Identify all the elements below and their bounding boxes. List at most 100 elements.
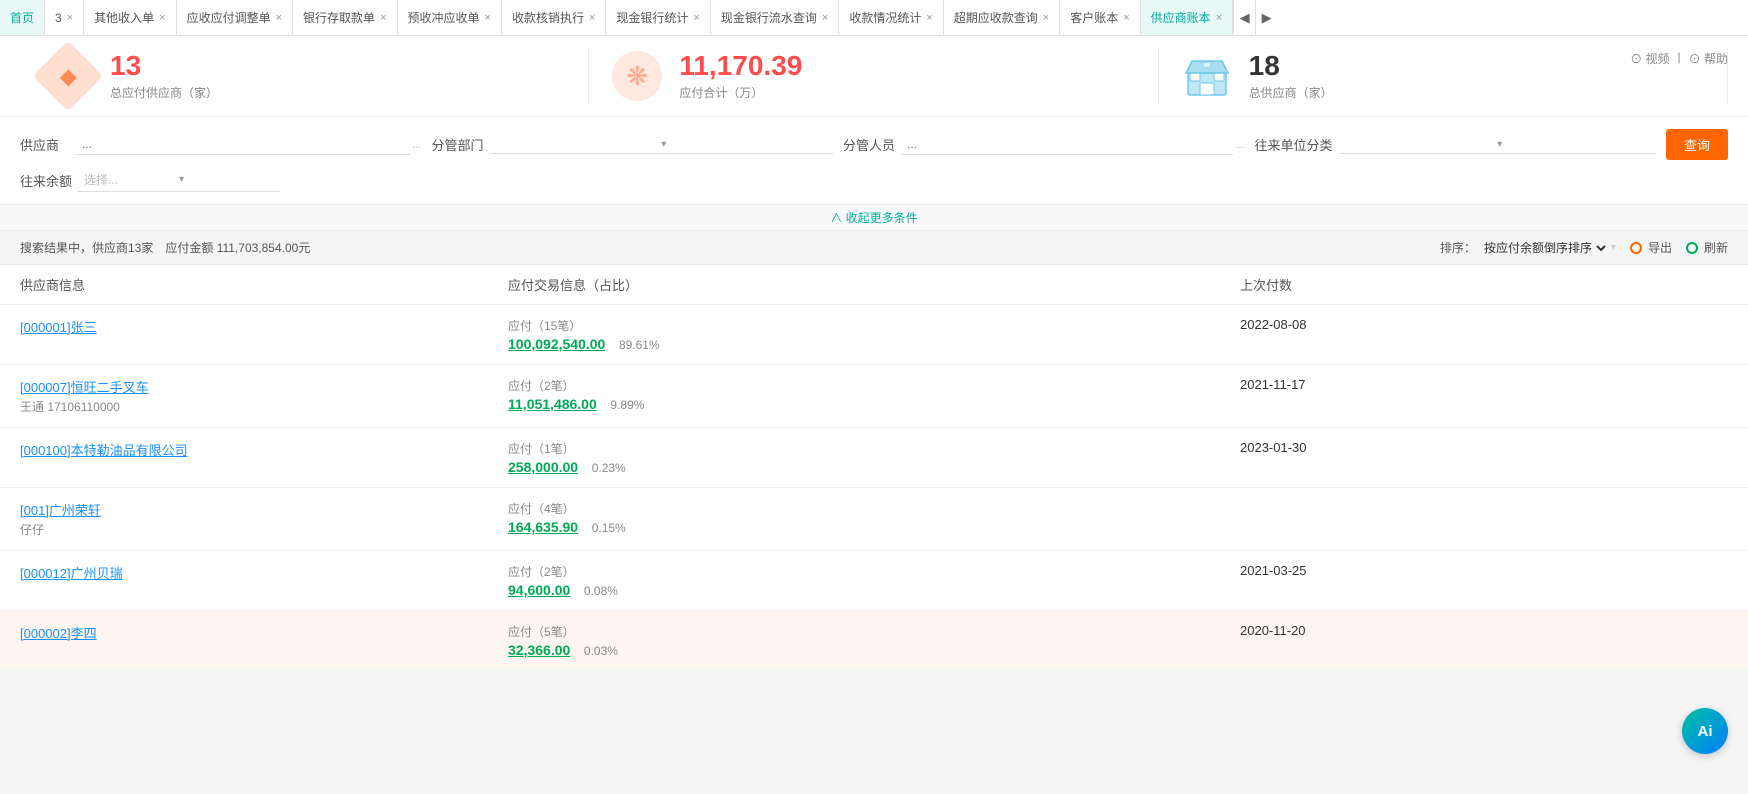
export-button[interactable]: 导出 bbox=[1630, 239, 1672, 256]
supplier-name-link[interactable]: [001]广州荣轩 bbox=[20, 500, 508, 519]
tx-amount[interactable]: 100,092,540.00 bbox=[508, 336, 605, 352]
supplier-name-link[interactable]: [000012]广州贝瑞 bbox=[20, 563, 508, 582]
nav-prev-arrow[interactable]: ◀ bbox=[1233, 0, 1255, 35]
close-icon[interactable]: × bbox=[67, 12, 73, 24]
tx-amount[interactable]: 164,635.90 bbox=[508, 519, 578, 535]
last-pay-date: 2020-11-20 bbox=[1240, 623, 1306, 638]
total-suppliers-count: 18 bbox=[1249, 51, 1333, 82]
table-rows-container: [000001]张三 应付（15笔） 100,092,540.00 89.61%… bbox=[0, 305, 1748, 670]
supplier-filter-input[interactable] bbox=[76, 134, 410, 155]
close-icon[interactable]: × bbox=[380, 12, 386, 24]
tx-label: 应付（4笔） bbox=[508, 500, 1240, 517]
table-row: [000001]张三 应付（15笔） 100,092,540.00 89.61%… bbox=[0, 305, 1748, 365]
filter-person: 分管人员 ... bbox=[843, 134, 1245, 155]
close-icon[interactable]: × bbox=[485, 12, 491, 24]
person-filter-input[interactable] bbox=[901, 134, 1233, 155]
close-icon[interactable]: × bbox=[822, 12, 828, 24]
result-text-amount: 应付金额 111,703,854.00元 bbox=[165, 239, 310, 256]
close-icon[interactable]: × bbox=[589, 12, 595, 24]
nav-tab-other-income[interactable]: 其他收入单 × bbox=[84, 0, 176, 35]
category-filter-label: 往来单位分类 bbox=[1255, 135, 1333, 154]
tx-amount[interactable]: 32,366.00 bbox=[508, 642, 570, 658]
supplier-cell: [000002]李四 bbox=[20, 623, 508, 658]
supplier-name-link[interactable]: [000001]张三 bbox=[20, 317, 508, 336]
sort-chevron-icon: ▾ bbox=[1611, 242, 1616, 253]
help-link[interactable]: ⊙ 帮助 bbox=[1689, 50, 1728, 67]
close-icon[interactable]: × bbox=[693, 12, 699, 24]
balance-filter-select[interactable]: 选择... ▾ bbox=[78, 168, 280, 192]
supplier-name-link[interactable]: [000007]恒旺二手叉车 bbox=[20, 377, 508, 396]
nav-tab-overdue-ar[interactable]: 超期应收款查询 × bbox=[944, 0, 1060, 35]
close-icon[interactable]: × bbox=[1216, 12, 1222, 24]
close-icon[interactable]: × bbox=[926, 12, 932, 24]
dept-filter-select[interactable]: ▾ bbox=[490, 136, 833, 154]
table-row: [000002]李四 应付（5笔） 32,366.00 0.03% 2020-1… bbox=[0, 611, 1748, 670]
payable-total-amount: 11,170.39 bbox=[679, 51, 802, 82]
tx-cell: 应付（4笔） 164,635.90 0.15% bbox=[508, 500, 1240, 538]
last-pay-cell bbox=[1240, 500, 1728, 538]
last-pay-cell: 2021-03-25 bbox=[1240, 563, 1728, 598]
search-button[interactable]: 查询 bbox=[1666, 129, 1728, 160]
ellipsis-icon: ... bbox=[412, 139, 421, 151]
collapse-bar[interactable]: ∧ 收起更多条件 bbox=[0, 205, 1748, 231]
tx-amount[interactable]: 258,000.00 bbox=[508, 459, 578, 475]
refresh-label: 刷新 bbox=[1704, 239, 1728, 256]
nav-tab-cash-bank-stat[interactable]: 现金银行统计 × bbox=[606, 0, 710, 35]
filter-area: 供应商 ... 分管部门 ▾ 分管人员 ... 往来单位分类 ▾ 查询 往来 bbox=[0, 117, 1748, 205]
nav-tab-ar-ap-adjust[interactable]: 应收应付调整单 × bbox=[177, 0, 293, 35]
supplier-contact: 王通 17106110000 bbox=[20, 398, 508, 415]
nav-next-arrow[interactable]: ▶ bbox=[1255, 0, 1277, 35]
chevron-down-icon: ▾ bbox=[179, 174, 274, 185]
nav-tab-collection-stat[interactable]: 收款情况统计 × bbox=[839, 0, 943, 35]
store-icon bbox=[1179, 48, 1235, 104]
nav-tab-customer-ledger[interactable]: 客户账本 × bbox=[1060, 0, 1140, 35]
filter-balance: 往来余额 选择... ▾ bbox=[20, 168, 280, 192]
filter-row-1: 供应商 ... 分管部门 ▾ 分管人员 ... 往来单位分类 ▾ 查询 bbox=[20, 129, 1728, 160]
last-pay-date: 2021-11-17 bbox=[1240, 377, 1306, 392]
supplier-cell: [001]广州荣轩 仔仔 bbox=[20, 500, 508, 538]
tx-amount[interactable]: 11,051,486.00 bbox=[508, 396, 597, 412]
col-header-supplier: 供应商信息 bbox=[20, 275, 508, 294]
refresh-circle-icon bbox=[1686, 242, 1698, 254]
last-pay-cell: 2022-08-08 bbox=[1240, 317, 1728, 352]
summary-bar: 13 总应付供应商（家） 11,170.39 应付合计（万） bbox=[0, 36, 1748, 117]
close-icon[interactable]: × bbox=[159, 12, 165, 24]
tx-percent: 0.03% bbox=[584, 644, 618, 658]
divider: | bbox=[1678, 50, 1681, 67]
category-filter-select[interactable]: ▾ bbox=[1339, 136, 1656, 154]
ai-label: Ai bbox=[1698, 723, 1713, 740]
tx-cell: 应付（5笔） 32,366.00 0.03% bbox=[508, 623, 1240, 658]
close-icon[interactable]: × bbox=[1043, 12, 1049, 24]
close-icon[interactable]: × bbox=[1123, 12, 1129, 24]
supplier-cell: [000012]广州贝瑞 bbox=[20, 563, 508, 598]
nav-tab-prepay-offset[interactable]: 预收冲应收单 × bbox=[398, 0, 502, 35]
sort-select[interactable]: 按应付余额倒序排序 bbox=[1480, 240, 1609, 256]
tx-percent: 0.15% bbox=[592, 521, 626, 535]
tx-amount[interactable]: 94,600.00 bbox=[508, 582, 570, 598]
payable-suppliers-count: 13 bbox=[110, 51, 218, 82]
tx-percent: 0.23% bbox=[592, 461, 626, 475]
nav-tab-3[interactable]: 3 × bbox=[45, 0, 84, 35]
tx-label: 应付（2笔） bbox=[508, 563, 1240, 580]
tx-percent: 9.89% bbox=[610, 398, 644, 412]
nav-tab-cash-bank-flow[interactable]: 现金银行流水查询 × bbox=[711, 0, 839, 35]
tx-cell: 应付（2笔） 11,051,486.00 9.89% bbox=[508, 377, 1240, 415]
table-header: 供应商信息 应付交易信息（占比） 上次付数 bbox=[0, 265, 1748, 305]
supplier-name-link[interactable]: [000002]李四 bbox=[20, 623, 508, 642]
data-table: 供应商信息 应付交易信息（占比） 上次付数 [000001]张三 应付（15笔）… bbox=[0, 265, 1748, 670]
close-icon[interactable]: × bbox=[276, 12, 282, 24]
export-label: 导出 bbox=[1648, 239, 1672, 256]
video-link[interactable]: ⊙ 视频 bbox=[1630, 50, 1669, 67]
supplier-name-link[interactable]: [000100]本特勒油品有限公司 bbox=[20, 440, 508, 459]
nav-tab-bank-deposit[interactable]: 银行存取款单 × bbox=[293, 0, 397, 35]
tx-label: 应付（1笔） bbox=[508, 440, 1240, 457]
tx-cell: 应付（2笔） 94,600.00 0.08% bbox=[508, 563, 1240, 598]
ai-button[interactable]: Ai bbox=[1682, 708, 1728, 754]
nav-tab-home[interactable]: 首页 bbox=[0, 0, 45, 35]
tx-label: 应付（15笔） bbox=[508, 317, 1240, 334]
last-pay-cell: 2023-01-30 bbox=[1240, 440, 1728, 475]
refresh-button[interactable]: 刷新 bbox=[1686, 239, 1728, 256]
nav-tab-supplier-ledger[interactable]: 供应商账本 × bbox=[1141, 0, 1233, 35]
balance-filter-label: 往来余额 bbox=[20, 171, 72, 190]
nav-tab-collection-exec[interactable]: 收款核销执行 × bbox=[502, 0, 606, 35]
